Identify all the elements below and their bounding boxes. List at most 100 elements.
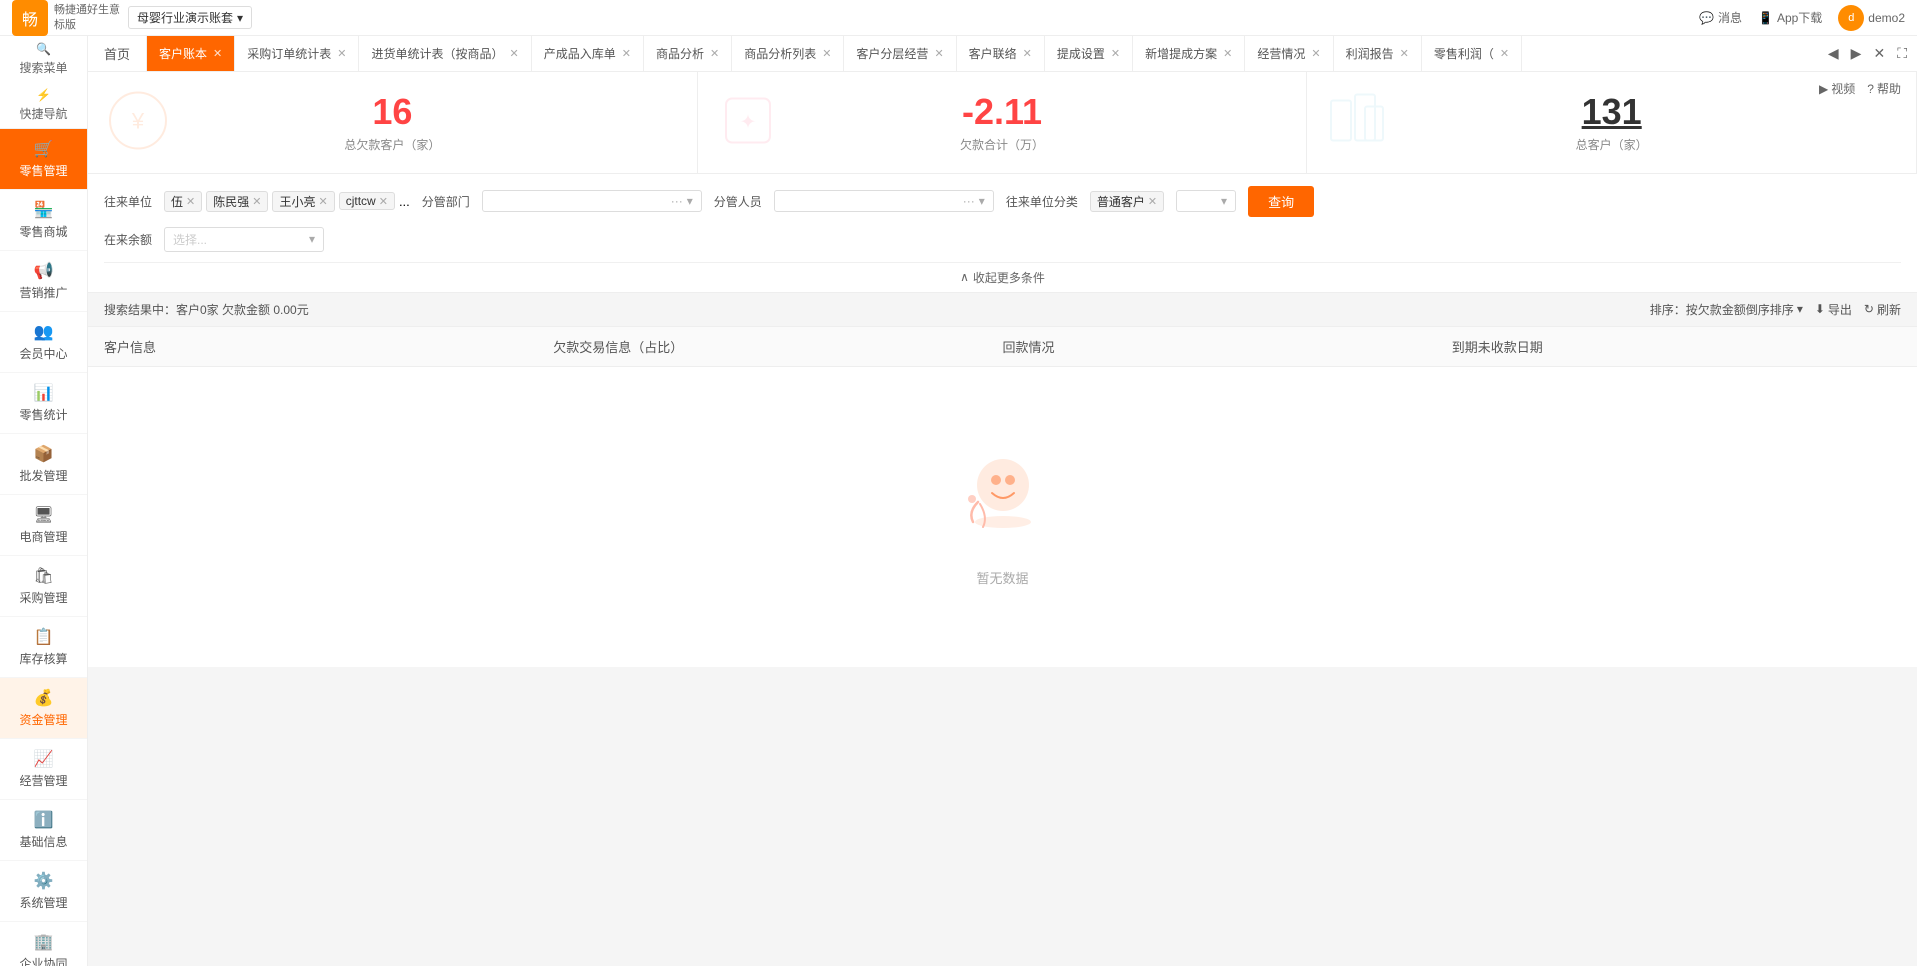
quick-nav-button[interactable]: ⚡ 快捷导航 [0,82,87,129]
chevron-down-icon: ▾ [237,11,243,25]
person-expand-icon: ··· [963,194,975,208]
category-arrow-icon: ▾ [1221,194,1227,208]
ecommerce-icon: 🖥 [33,505,53,525]
data-table: 客户信息 欠款交易信息（占比） 回款情况 到期未收款日期 [88,327,1917,667]
close-tag-normal-customer[interactable]: ✕ [1148,195,1157,208]
filter-tags-more[interactable]: ... [399,194,410,209]
sidebar-search-button[interactable]: 🔍 搜索菜单 [0,36,87,82]
tab-goods-analysis-list[interactable]: 商品分析列表 ✕ [732,36,844,72]
close-tab-customer-contact[interactable]: ✕ [1023,47,1032,60]
help-button[interactable]: ? 帮助 [1867,80,1901,97]
help-icon: ? [1867,82,1874,96]
close-tab-cost-in[interactable]: ✕ [622,47,631,60]
person-select[interactable]: ··· ▾ [774,190,994,212]
collapse-icon: ∧ [960,270,969,284]
tab-more-button[interactable]: ✕ [1869,43,1889,64]
category-select[interactable]: ▾ [1176,190,1236,212]
sidebar-item-retail-mgmt[interactable]: 🛒 零售管理 [0,129,87,190]
sidebar-item-retail-mall[interactable]: 🏪 零售商城 [0,190,87,251]
basicinfo-icon: ℹ️ [34,810,54,830]
org-selector[interactable]: 母婴行业演示账套 ▾ [128,6,252,29]
empty-icon [958,447,1048,556]
sidebar-item-basic-info[interactable]: ℹ️ 基础信息 [0,800,87,861]
sidebar-item-member[interactable]: 👥 会员中心 [0,312,87,373]
close-tab-goods-analysis[interactable]: ✕ [710,47,719,60]
sidebar-item-system[interactable]: ⚙️ 系统管理 [0,861,87,922]
tab-goods-stats[interactable]: 进货单统计表（按商品） ✕ [359,36,531,72]
dept-select[interactable]: ··· ▾ [482,190,702,212]
tab-goods-analysis[interactable]: 商品分析 ✕ [644,36,732,72]
top-bar-right: 💬 消息 📱 App下载 d demo2 [1699,5,1905,31]
tab-customer-tier[interactable]: 客户分层经营 ✕ [844,36,956,72]
batch-icon: 📦 [34,444,54,464]
tab-customer-book[interactable]: 客户账本 ✕ [147,36,235,72]
close-tab-new-plan[interactable]: ✕ [1223,47,1232,60]
collapse-filter-button[interactable]: ∧ 收起更多条件 [960,269,1045,286]
sidebar-item-operation[interactable]: 📈 经营管理 [0,739,87,800]
col-customer-info: 客户信息 [104,337,553,356]
close-tab-raise-settings[interactable]: ✕ [1111,47,1120,60]
all-customers-label: 总客户（家） [1576,136,1648,153]
refresh-button[interactable]: ↻ 刷新 [1864,301,1901,318]
close-tab-profit-report[interactable]: ✕ [1400,47,1409,60]
close-tab-purchase-order[interactable]: ✕ [337,47,346,60]
tab-cost-in[interactable]: 产成品入库单 ✕ [532,36,644,72]
tab-profit-report[interactable]: 利润报告 ✕ [1334,36,1422,72]
sidebar-item-purchase[interactable]: 🛍 采购管理 [0,556,87,617]
tab-prev-button[interactable]: ◀ [1824,43,1843,64]
dept-label: 分管部门 [422,193,470,210]
purchase-icon: 🛍 [33,566,53,586]
sort-select[interactable]: 排序：按欠款金额倒序排序 ▾ [1650,301,1803,318]
close-tag-wu[interactable]: ✕ [186,195,195,208]
sidebar-item-retail-stats[interactable]: 📊 零售统计 [0,373,87,434]
result-bar: 搜索结果中：客户0家 欠款金额 0.00元 排序：按欠款金额倒序排序 ▾ ⬇ 导… [88,293,1917,327]
close-tab-retail-profit[interactable]: ✕ [1500,47,1509,60]
export-button[interactable]: ⬇ 导出 [1815,301,1852,318]
query-button[interactable]: 查询 [1248,186,1314,217]
video-button[interactable]: ▶ 视频 [1819,80,1855,97]
total-customers-label: 总欠款客户（家） [344,136,440,153]
tab-operation-status[interactable]: 经营情况 ✕ [1245,36,1333,72]
stats-bar: ¥ 16 总欠款客户（家） ✦ -2.11 欠款合计（万） [88,72,1917,174]
debt-total-label: 欠款合计（万） [960,136,1044,153]
sidebar-item-marketing[interactable]: 📢 营销推广 [0,251,87,312]
tab-new-plan[interactable]: 新增提成方案 ✕ [1133,36,1245,72]
download-icon: 📱 [1758,11,1773,25]
close-tag-chen[interactable]: ✕ [252,195,261,208]
close-tag-cj[interactable]: ✕ [379,195,388,208]
category-label: 往来单位分类 [1006,193,1078,210]
sidebar-item-enterprise[interactable]: 🏢 企业协同 [0,922,87,966]
sidebar-item-ecommerce[interactable]: 🖥 电商管理 [0,495,87,556]
filter-tag-wu: 伍 ✕ [164,191,202,212]
tab-fullscreen-button[interactable]: ⛶ [1893,43,1911,64]
close-tab-goods-analysis-list[interactable]: ✕ [822,47,831,60]
tab-next-button[interactable]: ▶ [1847,43,1866,64]
sidebar-item-capital[interactable]: 💰 资金管理 [0,678,87,739]
tab-customer-contact[interactable]: 客户联络 ✕ [957,36,1045,72]
remainder-select[interactable]: 选择... ▾ [164,227,324,252]
sidebar-item-batch-mgmt[interactable]: 📦 批发管理 [0,434,87,495]
remainder-arrow-icon: ▾ [309,232,315,246]
logo-text: 畅捷通好生意 标版 [54,3,120,32]
stat-total-customers: ¥ 16 总欠款客户（家） [88,72,698,173]
app-download-button[interactable]: 📱 App下载 [1758,9,1822,26]
col-repay: 回款情况 [1003,337,1452,356]
tab-raise-settings[interactable]: 提成设置 ✕ [1045,36,1133,72]
tab-home[interactable]: 首页 [88,36,147,72]
sidebar-item-inventory[interactable]: 📋 库存核算 [0,617,87,678]
message-icon: 💬 [1699,11,1714,25]
message-button[interactable]: 💬 消息 [1699,9,1742,26]
close-tag-wang[interactable]: ✕ [319,195,328,208]
tab-purchase-order[interactable]: 采购订单统计表 ✕ [235,36,359,72]
filter-row-1: 往来单位 伍 ✕ 陈民强 ✕ 王小亮 ✕ [104,186,1901,217]
tab-retail-profit[interactable]: 零售利润（ ✕ [1422,36,1522,72]
user-menu[interactable]: d demo2 [1838,5,1905,31]
sort-label: 排序：按欠款金额倒序排序 [1650,301,1794,318]
close-tab-operation-status[interactable]: ✕ [1311,47,1320,60]
close-tab-goods-stats[interactable]: ✕ [510,47,519,60]
close-tab-customer-book[interactable]: ✕ [213,47,222,60]
system-icon: ⚙️ [34,871,54,891]
sidebar: 🔍 搜索菜单 ⚡ 快捷导航 🛒 零售管理 🏪 零售商城 📢 营销推广 👥 会员中… [0,36,88,966]
mall-icon: 🏪 [34,200,54,220]
close-tab-customer-tier[interactable]: ✕ [934,47,943,60]
